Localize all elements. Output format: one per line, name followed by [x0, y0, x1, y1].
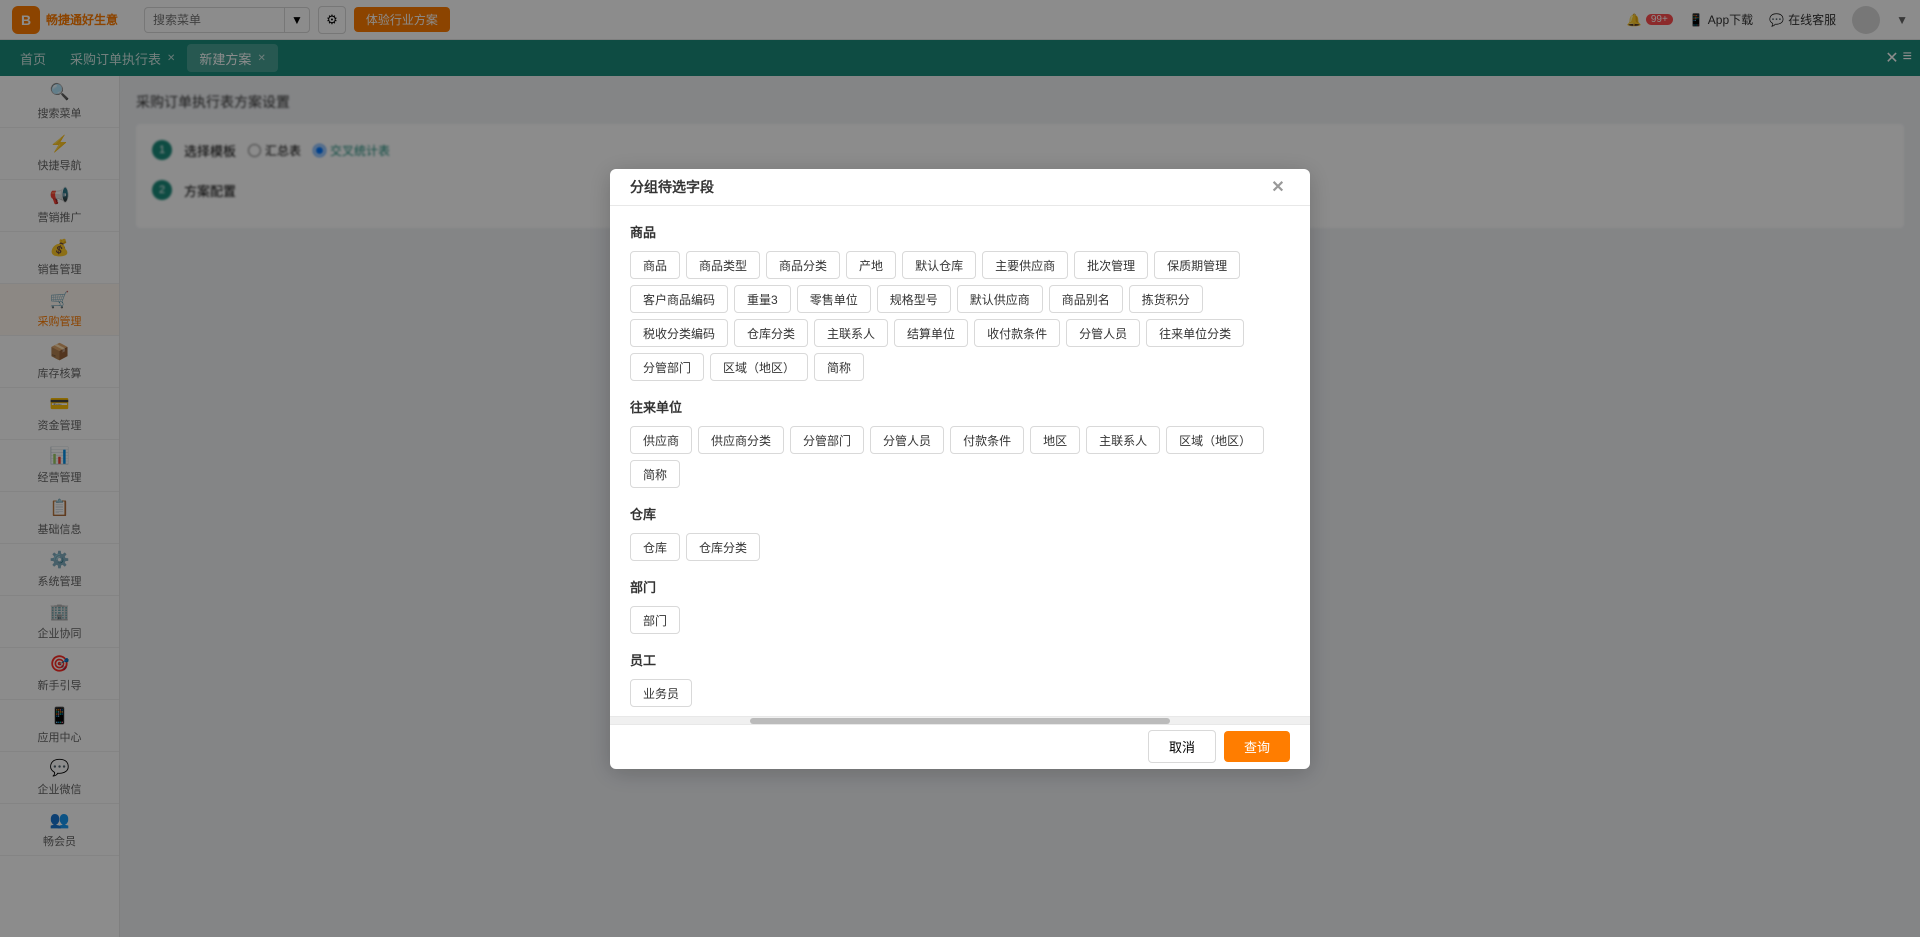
field-supplier-cat[interactable]: 供应商分类	[698, 426, 784, 454]
section-partner: 往来单位 供应商 供应商分类 分管部门 分管人员 付款条件 地区 主联系人 区域…	[630, 397, 1290, 488]
field-partner-dept[interactable]: 分管部门	[790, 426, 864, 454]
field-partner-contact[interactable]: 主联系人	[1086, 426, 1160, 454]
field-retail-unit[interactable]: 零售单位	[797, 285, 871, 313]
section-product-fields: 商品 商品类型 商品分类 产地 默认仓库 主要供应商 批次管理 保质期管理 客户…	[630, 251, 1290, 381]
section-warehouse-fields: 仓库 仓库分类	[630, 533, 1290, 561]
field-product-type[interactable]: 商品类型	[686, 251, 760, 279]
modal-body: 商品 商品 商品类型 商品分类 产地 默认仓库 主要供应商 批次管理 保质期管理…	[610, 206, 1310, 716]
field-expiry-mgmt[interactable]: 保质期管理	[1154, 251, 1240, 279]
section-employee-fields: 业务员	[630, 679, 1290, 707]
field-abbr[interactable]: 简称	[814, 353, 864, 381]
field-salesperson[interactable]: 业务员	[630, 679, 692, 707]
section-partner-fields: 供应商 供应商分类 分管部门 分管人员 付款条件 地区 主联系人 区域（地区） …	[630, 426, 1290, 488]
section-product: 商品 商品 商品类型 商品分类 产地 默认仓库 主要供应商 批次管理 保质期管理…	[630, 222, 1290, 381]
field-weight3[interactable]: 重量3	[734, 285, 791, 313]
field-payment-terms[interactable]: 收付款条件	[974, 319, 1060, 347]
modal-horizontal-scrollbar[interactable]	[610, 716, 1310, 724]
field-main-contact[interactable]: 主联系人	[814, 319, 888, 347]
section-department-title: 部门	[630, 577, 1290, 596]
field-area[interactable]: 地区	[1030, 426, 1080, 454]
field-pick-points[interactable]: 拣货积分	[1129, 285, 1203, 313]
modal-footer: 取消 查询	[610, 724, 1310, 768]
field-product-alias[interactable]: 商品别名	[1049, 285, 1123, 313]
modal-title: 分组待选字段	[630, 177, 714, 197]
confirm-button[interactable]: 查询	[1224, 731, 1290, 762]
section-department: 部门 部门	[630, 577, 1290, 634]
section-product-title: 商品	[630, 222, 1290, 241]
field-warehouse-category[interactable]: 仓库分类	[686, 533, 760, 561]
field-spec-model[interactable]: 规格型号	[877, 285, 951, 313]
section-employee: 员工 业务员	[630, 650, 1290, 707]
section-employee-title: 员工	[630, 650, 1290, 669]
field-partner-region[interactable]: 区域（地区）	[1166, 426, 1264, 454]
field-batch-mgmt[interactable]: 批次管理	[1074, 251, 1148, 279]
field-main-supplier[interactable]: 主要供应商	[982, 251, 1068, 279]
field-partner-cat[interactable]: 往来单位分类	[1146, 319, 1244, 347]
section-warehouse-title: 仓库	[630, 504, 1290, 523]
field-product-category[interactable]: 商品分类	[766, 251, 840, 279]
field-warehouse[interactable]: 仓库	[630, 533, 680, 561]
field-warehouse-cat[interactable]: 仓库分类	[734, 319, 808, 347]
field-customer-code[interactable]: 客户商品编码	[630, 285, 728, 313]
section-partner-title: 往来单位	[630, 397, 1290, 416]
modal-dialog: 分组待选字段 ✕ 商品 商品 商品类型 商品分类 产地 默认仓库 主要供应商 批…	[610, 169, 1310, 769]
modal-close-button[interactable]: ✕	[1266, 175, 1290, 199]
field-region[interactable]: 区域（地区）	[710, 353, 808, 381]
field-default-warehouse[interactable]: 默认仓库	[902, 251, 976, 279]
section-warehouse: 仓库 仓库 仓库分类	[630, 504, 1290, 561]
modal-header: 分组待选字段 ✕	[610, 169, 1310, 207]
field-tax-code[interactable]: 税收分类编码	[630, 319, 728, 347]
field-settle-unit[interactable]: 结算单位	[894, 319, 968, 347]
field-payment-condition[interactable]: 付款条件	[950, 426, 1024, 454]
field-product[interactable]: 商品	[630, 251, 680, 279]
field-supervisor[interactable]: 分管人员	[1066, 319, 1140, 347]
field-department[interactable]: 部门	[630, 606, 680, 634]
field-supplier[interactable]: 供应商	[630, 426, 692, 454]
cancel-button[interactable]: 取消	[1148, 730, 1216, 763]
field-partner-supervisor[interactable]: 分管人员	[870, 426, 944, 454]
field-default-supplier[interactable]: 默认供应商	[957, 285, 1043, 313]
field-origin[interactable]: 产地	[846, 251, 896, 279]
field-dept-mgmt[interactable]: 分管部门	[630, 353, 704, 381]
modal-overlay: 分组待选字段 ✕ 商品 商品 商品类型 商品分类 产地 默认仓库 主要供应商 批…	[0, 0, 1920, 937]
field-partner-abbr[interactable]: 简称	[630, 460, 680, 488]
section-department-fields: 部门	[630, 606, 1290, 634]
